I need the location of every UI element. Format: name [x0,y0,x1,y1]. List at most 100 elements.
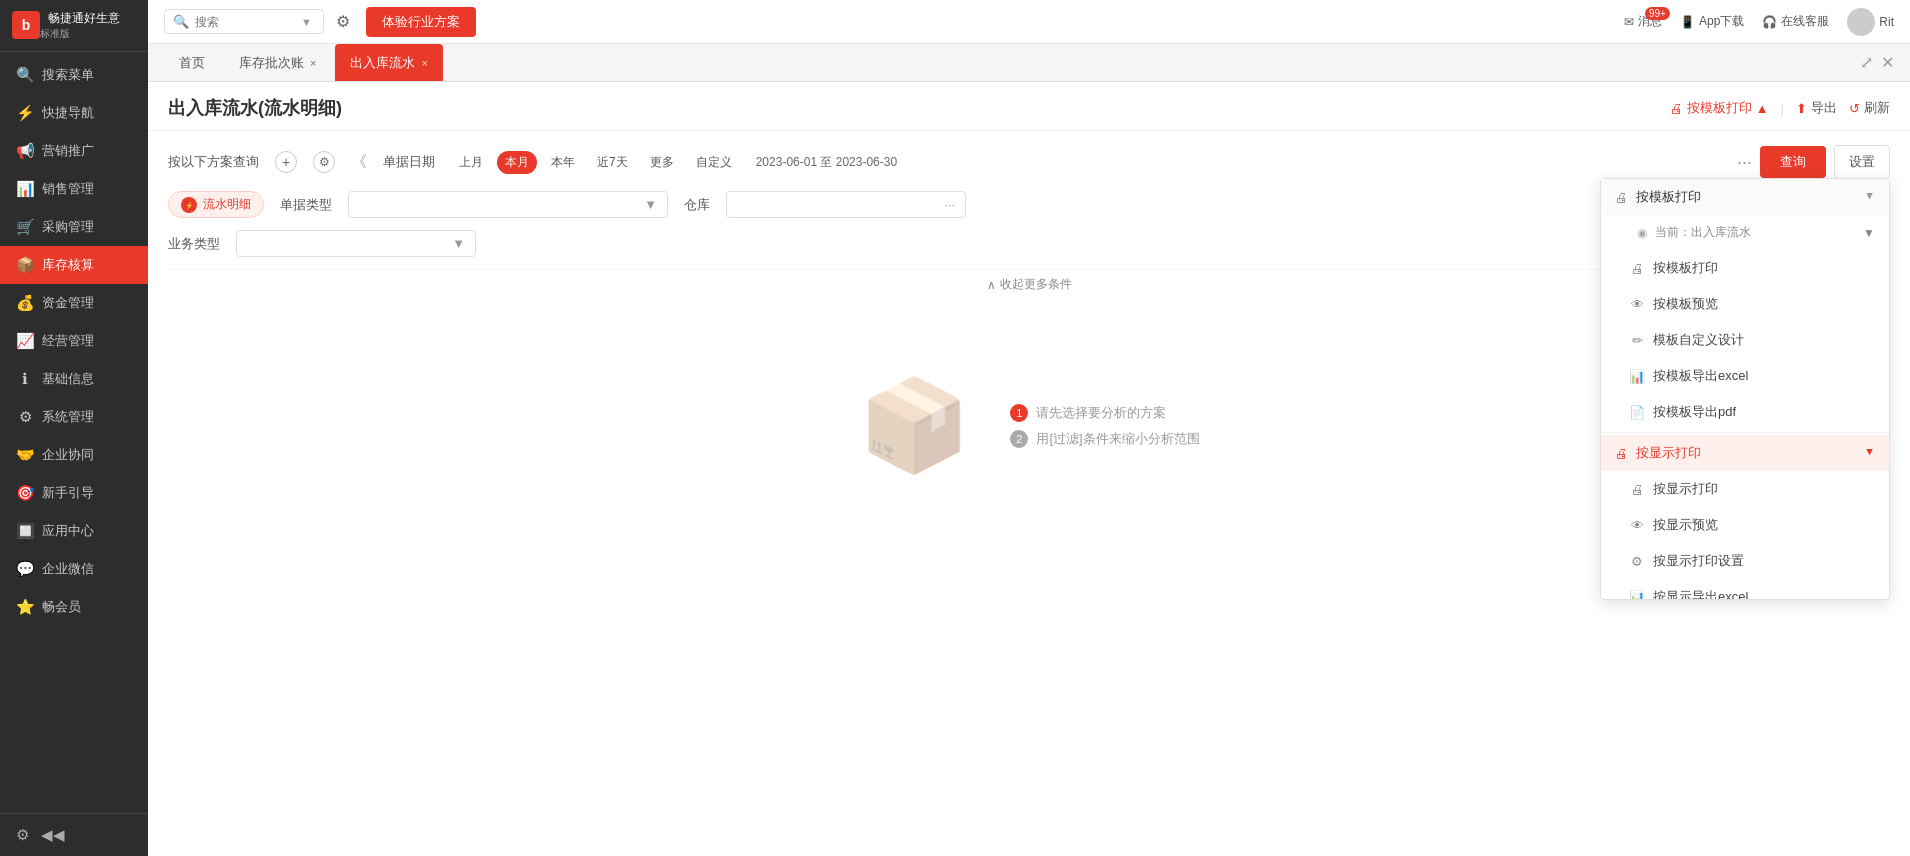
print-template-button[interactable]: 🖨 按模板打印 ▲ [1670,99,1769,117]
username-label: Rit [1879,15,1894,29]
current-month-btn[interactable]: 本月 [497,151,537,174]
dropdown-template-export-pdf[interactable]: 📄 按模板导出pdf [1601,394,1889,430]
sidebar-item-marketing[interactable]: 📢 营销推广 [0,132,148,170]
trial-button[interactable]: 体验行业方案 [366,7,476,37]
current-year-btn[interactable]: 本年 [543,151,583,174]
footer-collapse-icon[interactable]: ◀◀ [41,826,65,844]
sidebar-item-search-menu[interactable]: 🔍 搜索菜单 [0,56,148,94]
warehouse-select[interactable]: ··· [726,191,966,218]
business-type-select[interactable]: ▼ [236,230,476,257]
current-template-label: 当前：出入库流水 [1655,224,1751,241]
dropdown-display-export-excel[interactable]: 📊 按显示导出excel [1601,579,1889,599]
filter-row-1: 按以下方案查询 + ⚙ 《 单据日期 上月 本月 本年 近7天 更多 自定义 2… [168,145,1890,179]
sidebar-item-label: 采购管理 [42,218,94,236]
doc-type-select[interactable]: ▼ [348,191,668,218]
refresh-button[interactable]: ↺ 刷新 [1849,99,1890,117]
message-button[interactable]: ✉ 消息 99+ [1624,13,1662,30]
filter-add-button[interactable]: + [275,151,297,173]
query-button[interactable]: 查询 [1760,146,1826,178]
print-icon: 🖨 [1629,260,1645,276]
sidebar-item-inventory[interactable]: 📦 库存核算 [0,246,148,284]
dropdown-template-print-header[interactable]: 🖨 按模板打印 ▲ [1601,179,1889,215]
dropdown-display-preview[interactable]: 👁 按显示预览 [1601,507,1889,543]
sidebar-item-label: 营销推广 [42,142,94,160]
svg-text:⚡: ⚡ [185,201,194,210]
template-custom-label: 模板自定义设计 [1653,331,1744,349]
dropdown-display-print-settings[interactable]: ⚙ 按显示打印设置 [1601,543,1889,579]
marketing-icon: 📢 [16,142,34,160]
sidebar-item-label: 基础信息 [42,370,94,388]
search-input[interactable] [195,15,295,29]
page-actions: 🖨 按模板打印 ▲ | ⬆ 导出 ↺ 刷新 [1670,99,1890,117]
sidebar-item-label: 应用中心 [42,522,94,540]
more-dates-btn[interactable]: 更多 [642,151,682,174]
close-tab-inventory-batch[interactable]: × [310,57,316,69]
sidebar-item-label: 销售管理 [42,180,94,198]
last-month-btn[interactable]: 上月 [451,151,491,174]
sidebar-item-label: 新手引导 [42,484,94,502]
sidebar-item-finance[interactable]: 💰 资金管理 [0,284,148,322]
user-area[interactable]: Rit [1847,8,1894,36]
sidebar-item-app-center[interactable]: 🔲 应用中心 [0,512,148,550]
export-button[interactable]: ⬆ 导出 [1796,99,1837,117]
tip-2-text: 用[过滤]条件来缩小分析范围 [1036,430,1199,448]
template-preview-label: 按模板预览 [1653,295,1718,313]
sidebar-item-basic-info[interactable]: ℹ 基础信息 [0,360,148,398]
filter-collapse-button[interactable]: 《 [351,152,367,173]
sidebar-item-label: 搜索菜单 [42,66,94,84]
sidebar-item-newbie[interactable]: 🎯 新手引导 [0,474,148,512]
display-print-icon: 🖨 [1629,481,1645,497]
dropdown-display-print-header[interactable]: 🖨 按显示打印 ▲ [1601,435,1889,471]
collapse-button[interactable]: ∧ 收起更多条件 [987,276,1072,293]
tab-inventory-batch[interactable]: 库存批次账 × [224,44,331,81]
close-window-icon[interactable]: ✕ [1881,53,1894,72]
header-search-box[interactable]: 🔍 ▼ [164,9,324,34]
search-icon: 🔍 [173,14,189,29]
empty-tip-2: 2 用[过滤]条件来缩小分析范围 [1010,430,1199,448]
sidebar-item-membership[interactable]: ⭐ 畅会员 [0,588,148,626]
search-menu-icon: 🔍 [16,66,34,84]
app-download-button[interactable]: 📱 App下载 [1680,13,1744,30]
app-logo-icon: b [12,11,40,39]
tip-number-2: 2 [1010,430,1028,448]
close-tab-stock-flow[interactable]: × [421,57,427,69]
header-gear-icon[interactable]: ⚙ [336,12,350,31]
sidebar-item-operation[interactable]: 📈 经营管理 [0,322,148,360]
settings-button[interactable]: 设置 [1834,145,1890,179]
sidebar-item-system[interactable]: ⚙ 系统管理 [0,398,148,436]
filter-settings-button[interactable]: ⚙ [313,151,335,173]
sidebar-item-wechat[interactable]: 💬 企业微信 [0,550,148,588]
inventory-icon: 📦 [16,256,34,274]
display-export-excel-label: 按显示导出excel [1653,588,1748,599]
display-preview-icon: 👁 [1629,517,1645,533]
enterprise-icon: 🤝 [16,446,34,464]
chevron-up-icon: ▲ [1756,101,1769,116]
doc-type-filter-label: 单据类型 [280,196,332,214]
last-7-days-btn[interactable]: 近7天 [589,151,636,174]
dropdown-display-print[interactable]: 🖨 按显示打印 [1601,471,1889,507]
tab-stock-flow[interactable]: 出入库流水 × [335,44,442,81]
maximize-icon[interactable]: ⤢ [1860,53,1873,72]
online-service-button[interactable]: 🎧 在线客服 [1762,13,1829,30]
tab-home[interactable]: 首页 [164,44,220,81]
dropdown-template-print[interactable]: 🖨 按模板打印 [1601,250,1889,286]
tip-number-1: 1 [1010,404,1028,422]
sidebar-item-purchase[interactable]: 🛒 采购管理 [0,208,148,246]
excel-icon: 📊 [1629,368,1645,384]
dropdown-template-export-excel[interactable]: 📊 按模板导出excel [1601,358,1889,394]
sidebar-item-enterprise[interactable]: 🤝 企业协同 [0,436,148,474]
page-title: 出入库流水(流水明细) [168,96,342,120]
dropdown-template-custom[interactable]: ✏ 模板自定义设计 [1601,322,1889,358]
custom-dates-btn[interactable]: 自定义 [688,151,740,174]
sidebar-item-quick-nav[interactable]: ⚡ 快捷导航 [0,94,148,132]
sidebar-item-sales[interactable]: 📊 销售管理 [0,170,148,208]
export-icon: ⬆ [1796,101,1807,116]
footer-settings-icon[interactable]: ⚙ [16,826,29,844]
message-badge: 99+ [1645,7,1670,20]
print-dropdown-panel: 🖨 按模板打印 ▲ ◉ 当前：出入库流水 ▼ 🖨 按模板打印 [1600,178,1890,600]
sidebar-item-label: 快捷导航 [42,104,94,122]
dropdown-template-preview[interactable]: 👁 按模板预览 [1601,286,1889,322]
sidebar-logo: b 畅捷通好生意 标准版 [0,0,148,52]
tab-bar: 首页 库存批次账 × 出入库流水 × ⤢ ✕ [148,44,1910,82]
refresh-icon: ↺ [1849,101,1860,116]
